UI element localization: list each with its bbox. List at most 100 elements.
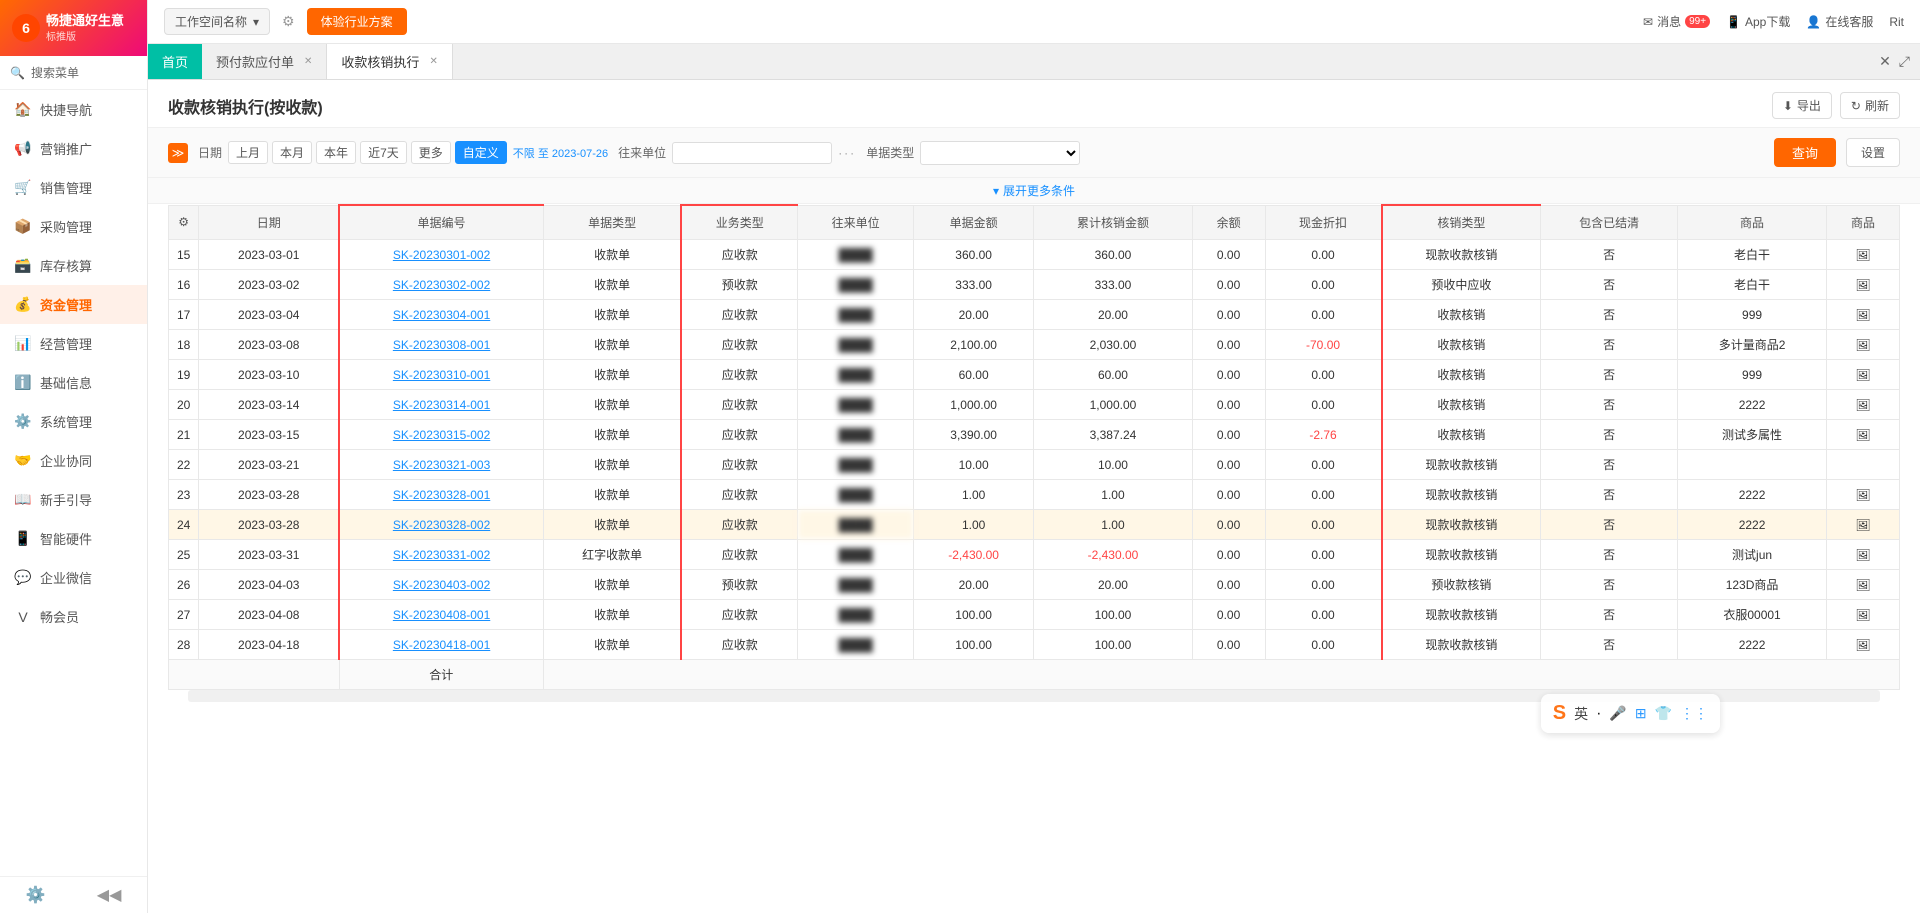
service-icon: 👤 <box>1806 15 1821 29</box>
search-menu-btn[interactable]: 🔍 搜索菜单 <box>10 64 137 81</box>
user-avatar[interactable]: Rit <box>1889 15 1904 29</box>
cell-verified: 100.00 <box>1034 600 1192 630</box>
sidebar-item-operation[interactable]: 📊 经营管理 <box>0 324 147 363</box>
sidebar-item-guide[interactable]: 📖 新手引导 <box>0 480 147 519</box>
sidebar-item-wechat[interactable]: 💬 企业微信 <box>0 558 147 597</box>
bill-no-link[interactable]: SK-20230321-003 <box>393 458 490 472</box>
expand-conditions-btn[interactable]: ▾ 展开更多条件 <box>993 182 1075 199</box>
cell-bill-no[interactable]: SK-20230321-003 <box>339 450 543 480</box>
cell-bill-no[interactable]: SK-20230315-002 <box>339 420 543 450</box>
sidebar-item-system[interactable]: ⚙️ 系统管理 <box>0 402 147 441</box>
tab-home-label: 首页 <box>162 52 188 71</box>
cell-verified: 360.00 <box>1034 240 1192 270</box>
this-month-btn[interactable]: 本月 <box>272 141 312 164</box>
header-gear-icon[interactable]: ⚙ <box>282 13 295 30</box>
tab-home[interactable]: 首页 <box>148 44 202 79</box>
bill-no-link[interactable]: SK-20230418-001 <box>393 638 490 652</box>
cell-bill-no[interactable]: SK-20230310-001 <box>339 360 543 390</box>
bill-no-link[interactable]: SK-20230301-002 <box>393 248 490 262</box>
query-button[interactable]: 查询 <box>1774 138 1836 167</box>
export-button[interactable]: ⬇ 导出 <box>1772 92 1832 119</box>
cell-bill-no[interactable]: SK-20230304-001 <box>339 300 543 330</box>
cell-goods-img: 🖼 <box>1826 330 1899 360</box>
tab-prepay-label: 预付款应付单 <box>216 52 294 71</box>
th-gear[interactable]: ⚙ <box>169 205 199 240</box>
bill-no-link[interactable]: SK-20230315-002 <box>393 428 490 442</box>
sidebar-item-purchase[interactable]: 📦 采购管理 <box>0 207 147 246</box>
cell-verify-type: 现款收款核销 <box>1382 450 1541 480</box>
bill-type-select[interactable] <box>920 141 1080 165</box>
cell-balance: 0.00 <box>1192 600 1265 630</box>
bill-no-link[interactable]: SK-20230403-002 <box>393 578 490 592</box>
cell-bill-no[interactable]: SK-20230408-001 <box>339 600 543 630</box>
sidebar-item-member[interactable]: V 畅会员 <box>0 597 147 636</box>
sidebar-item-cooperation[interactable]: 🤝 企业协同 <box>0 441 147 480</box>
cell-bill-no[interactable]: SK-20230328-001 <box>339 480 543 510</box>
cell-bill-no[interactable]: SK-20230403-002 <box>339 570 543 600</box>
settings-button[interactable]: 设置 <box>1846 138 1900 167</box>
bill-no-link[interactable]: SK-20230314-001 <box>393 398 490 412</box>
refresh-button[interactable]: ↻ 刷新 <box>1840 92 1900 119</box>
bill-no-link[interactable]: SK-20230310-001 <box>393 368 490 382</box>
filter-toggle-button[interactable]: ≫ <box>168 143 188 163</box>
workspace-selector[interactable]: 工作空间名称 ▾ <box>164 8 270 35</box>
partner-input[interactable] <box>672 142 832 164</box>
cell-date: 2023-04-08 <box>199 600 339 630</box>
cell-verified: 2,030.00 <box>1034 330 1192 360</box>
cell-bill-no[interactable]: SK-20230328-002 <box>339 510 543 540</box>
cell-biz-type: 应收款 <box>681 540 798 570</box>
cell-bill-no[interactable]: SK-20230301-002 <box>339 240 543 270</box>
bill-no-link[interactable]: SK-20230331-002 <box>393 548 490 562</box>
cell-bill-no[interactable]: SK-20230302-002 <box>339 270 543 300</box>
cell-bill-no[interactable]: SK-20230418-001 <box>339 630 543 660</box>
bill-no-link[interactable]: SK-20230308-001 <box>393 338 490 352</box>
cell-verify-type: 收款核销 <box>1382 420 1541 450</box>
last-month-btn[interactable]: 上月 <box>228 141 268 164</box>
date-range-display: 不限 至 2023-07-26 <box>513 145 608 161</box>
sidebar-item-quick[interactable]: 🏠 快捷导航 <box>0 90 147 129</box>
sidebar-item-hardware[interactable]: 📱 智能硬件 <box>0 519 147 558</box>
cell-goods: 2222 <box>1678 630 1827 660</box>
bill-no-link[interactable]: SK-20230304-001 <box>393 308 490 322</box>
sidebar-item-finance[interactable]: 💰 资金管理 <box>0 285 147 324</box>
tab-expand-icon[interactable]: ⤢ <box>1899 53 1910 70</box>
sidebar-item-sales[interactable]: 🛒 销售管理 <box>0 168 147 207</box>
th-verify-type: 核销类型 <box>1382 205 1541 240</box>
cell-no: 28 <box>169 630 199 660</box>
last7-btn[interactable]: 近7天 <box>360 141 407 164</box>
solution-button[interactable]: 体验行业方案 <box>307 8 407 35</box>
more-date-btn[interactable]: 更多 <box>411 141 451 164</box>
settings-bottom-icon[interactable]: ⚙️ <box>26 885 46 905</box>
tab-collection[interactable]: 收款核销执行 ✕ <box>327 44 452 79</box>
bill-no-link[interactable]: SK-20230328-002 <box>393 518 490 532</box>
megaphone-icon: 📢 <box>14 140 32 157</box>
sidebar-item-label: 畅会员 <box>40 607 79 626</box>
bill-no-link[interactable]: SK-20230302-002 <box>393 278 490 292</box>
cell-balance: 0.00 <box>1192 450 1265 480</box>
online-service-btn[interactable]: 👤 在线客服 <box>1806 13 1873 30</box>
cell-bill-no[interactable]: SK-20230308-001 <box>339 330 543 360</box>
tab-prepay-close-icon[interactable]: ✕ <box>304 56 312 67</box>
table-scrollbar[interactable] <box>188 690 1880 702</box>
sidebar-search-area[interactable]: 🔍 搜索菜单 <box>0 56 147 90</box>
cell-amount: 100.00 <box>913 630 1033 660</box>
collapse-icon[interactable]: ◀◀ <box>97 885 122 905</box>
app-download-btn[interactable]: 📱 App下载 <box>1726 13 1790 30</box>
tab-prepay[interactable]: 预付款应付单 ✕ <box>202 44 327 79</box>
bill-no-link[interactable]: SK-20230408-001 <box>393 608 490 622</box>
cell-biz-type: 应收款 <box>681 300 798 330</box>
message-btn[interactable]: ✉ 消息 99+ <box>1643 13 1710 30</box>
sidebar-item-basic[interactable]: ℹ️ 基础信息 <box>0 363 147 402</box>
sidebar-item-inventory[interactable]: 🗃️ 库存核算 <box>0 246 147 285</box>
bill-no-link[interactable]: SK-20230328-001 <box>393 488 490 502</box>
cell-bill-no[interactable]: SK-20230331-002 <box>339 540 543 570</box>
this-year-btn[interactable]: 本年 <box>316 141 356 164</box>
total-label-cell <box>169 660 340 690</box>
sidebar-item-marketing[interactable]: 📢 营销推广 <box>0 129 147 168</box>
tab-collection-close-icon[interactable]: ✕ <box>429 56 437 67</box>
cell-bill-no[interactable]: SK-20230314-001 <box>339 390 543 420</box>
app-name: 畅捷通好生意 <box>46 13 124 29</box>
custom-date-btn[interactable]: 自定义 <box>455 141 507 164</box>
tab-close-all-icon[interactable]: ✕ <box>1879 53 1891 70</box>
cell-bill-type: 收款单 <box>543 480 681 510</box>
